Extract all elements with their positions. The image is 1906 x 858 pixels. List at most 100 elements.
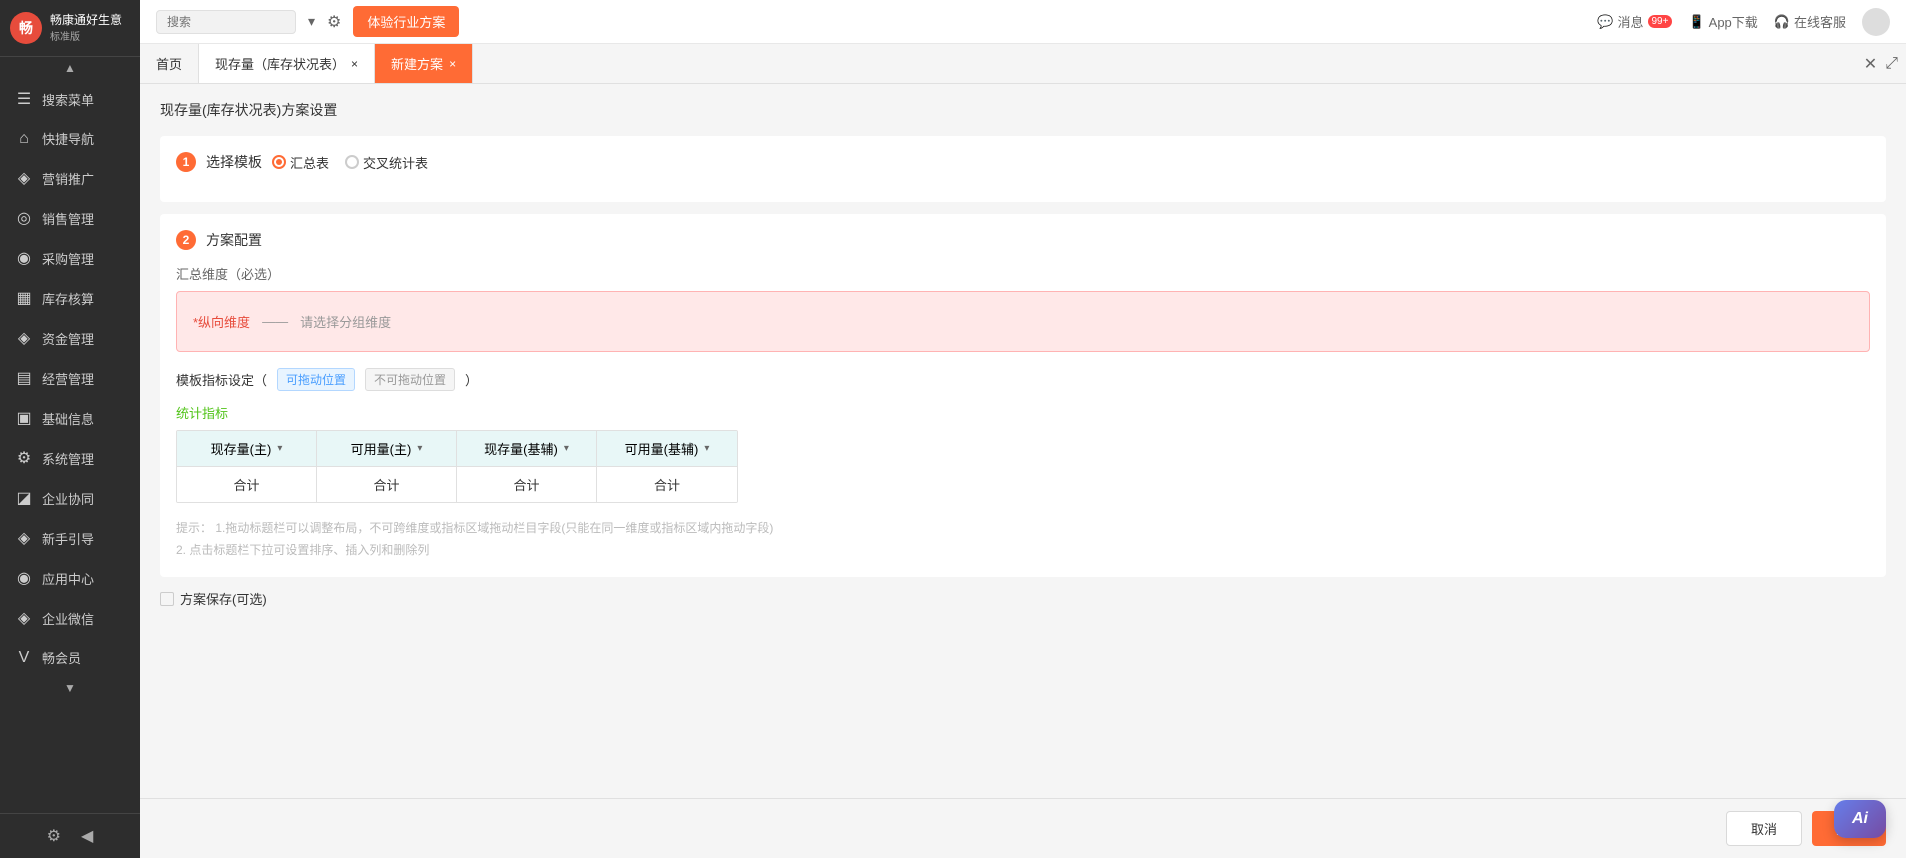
- sidebar-item-label: 快捷导航: [42, 129, 94, 148]
- app-download-button[interactable]: 📱 App下载: [1688, 12, 1757, 31]
- indicator-settings: 模板指标设定（ 可拖动位置 不可拖动位置 ）: [176, 368, 1870, 391]
- sidebar-item-basics[interactable]: ▣ 基础信息: [0, 398, 140, 438]
- chevron-down-icon-3[interactable]: ▾: [564, 443, 569, 454]
- app-name: 畅康通好生意: [50, 13, 122, 29]
- collapse-button[interactable]: ◀: [73, 822, 101, 850]
- sidebar-item-label: 企业协同: [42, 489, 94, 508]
- sidebar-item-label: 企业微信: [42, 609, 94, 628]
- sidebar-item-label: 畅会员: [42, 648, 81, 667]
- dimension-required: *纵向维度: [193, 312, 250, 331]
- stats-col-3[interactable]: 现存量(基辅) ▾: [457, 431, 597, 466]
- sales-icon: ◎: [14, 208, 34, 228]
- inventory-icon: ▦: [14, 288, 34, 308]
- tabs-right-controls: ✕ ⤢: [1864, 54, 1906, 74]
- finance-icon: ◈: [14, 328, 34, 348]
- stats-table-row-1: 合计 合计 合计 合计: [177, 466, 737, 502]
- sidebar-item-system[interactable]: ⚙ 系统管理: [0, 438, 140, 478]
- stats-col-2[interactable]: 可用量(主) ▾: [317, 431, 457, 466]
- page-content: 现存量(库存状况表)方案设置 1 选择模板 汇总表 交叉统计表: [140, 84, 1906, 798]
- radio-summary[interactable]: 汇总表: [272, 153, 329, 172]
- tab-home[interactable]: 首页: [140, 44, 199, 83]
- stats-cell-3: 合计: [457, 467, 597, 502]
- search-menu-icon: ☰: [14, 89, 34, 109]
- topbar-right: 💬 消息 99+ 📱 App下载 🎧 在线客服: [1597, 8, 1890, 36]
- tab-bar: 首页 现存量（库存状况表） × 新建方案 × ✕ ⤢: [140, 44, 1906, 84]
- sidebar-bottom: ⚙ ◀: [0, 813, 140, 858]
- stats-cell-1: 合计: [177, 467, 317, 502]
- chevron-down-icon-4[interactable]: ▾: [704, 443, 709, 454]
- radio-cross[interactable]: 交叉统计表: [345, 153, 428, 172]
- trial-button[interactable]: 体验行业方案: [353, 6, 459, 37]
- hint-section: 提示： 1.拖动标题栏可以调整布局，不可跨维度或指标区域拖动栏目字段(只能在同一…: [176, 518, 1870, 561]
- sidebar-item-inventory[interactable]: ▦ 库存核算: [0, 278, 140, 318]
- tab-new-plan[interactable]: 新建方案 ×: [375, 44, 473, 83]
- topbar-search-input[interactable]: [156, 10, 296, 34]
- section-num-2: 2: [176, 230, 196, 250]
- sidebar-item-label: 库存核算: [42, 289, 94, 308]
- sidebar-scroll-down[interactable]: ▼: [0, 677, 140, 699]
- settings-button[interactable]: ⚙: [39, 822, 69, 850]
- cancel-button[interactable]: 取消: [1726, 811, 1802, 846]
- tab-expand-button[interactable]: ⤢: [1885, 55, 1898, 73]
- sidebar-item-quicknav[interactable]: ⌂ 快捷导航: [0, 119, 140, 158]
- save-checkbox[interactable]: [160, 592, 174, 606]
- sidebar-item-operations[interactable]: ▤ 经营管理: [0, 358, 140, 398]
- sidebar-item-marketing[interactable]: ◈ 营销推广: [0, 158, 140, 198]
- sidebar-item-wechat[interactable]: ◈ 企业微信: [0, 598, 140, 638]
- radio-summary-circle: [272, 155, 286, 169]
- dimension-box[interactable]: *纵向维度 —— 请选择分组维度: [176, 291, 1870, 352]
- online-service-button[interactable]: 🎧 在线客服: [1774, 12, 1846, 31]
- chevron-down-icon-1[interactable]: ▾: [277, 443, 282, 454]
- sidebar-item-label: 基础信息: [42, 409, 94, 428]
- sidebar-item-member[interactable]: V 畅会员: [0, 638, 140, 677]
- messages-label: 消息: [1617, 12, 1643, 31]
- sidebar-item-finance[interactable]: ◈ 资金管理: [0, 318, 140, 358]
- stats-table: 现存量(主) ▾ 可用量(主) ▾ 现存量(基辅) ▾ 可用量(基辅): [176, 430, 738, 503]
- sidebar-item-label: 系统管理: [42, 449, 94, 468]
- messages-badge: 99+: [1648, 15, 1673, 28]
- tab-inventory-close[interactable]: ×: [351, 58, 358, 70]
- indicator-draggable-tag: 可拖动位置: [277, 368, 355, 391]
- chevron-down-icon-2[interactable]: ▾: [417, 443, 422, 454]
- system-icon: ⚙: [14, 448, 34, 468]
- topbar: ▾ ⚙ 体验行业方案 💬 消息 99+ 📱 App下载 🎧 在线客服: [140, 0, 1906, 44]
- indicator-settings-end: ）: [465, 370, 478, 389]
- sidebar-item-label: 应用中心: [42, 569, 94, 588]
- tab-close-panel-button[interactable]: ✕: [1864, 54, 1877, 74]
- radio-cross-label: 交叉统计表: [363, 153, 428, 172]
- template-radio-group: 汇总表 交叉统计表: [272, 153, 428, 172]
- stats-section: 统计指标 现存量(主) ▾ 可用量(主) ▾ 现存量(基辅): [176, 403, 1870, 506]
- topbar-dropdown-button[interactable]: ▾: [308, 13, 315, 30]
- sidebar-item-appcenter[interactable]: ◉ 应用中心: [0, 558, 140, 598]
- tab-new-plan-close[interactable]: ×: [449, 58, 456, 70]
- hint-1: 提示： 1.拖动标题栏可以调整布局，不可跨维度或指标区域拖动栏目字段(只能在同一…: [176, 518, 1870, 540]
- marketing-icon: ◈: [14, 168, 34, 188]
- sidebar-item-guide[interactable]: ◈ 新手引导: [0, 518, 140, 558]
- stats-col-3-label: 现存量(基辅): [484, 439, 558, 458]
- sidebar-item-label: 新手引导: [42, 529, 94, 548]
- sidebar-item-sales[interactable]: ◎ 销售管理: [0, 198, 140, 238]
- tab-inventory[interactable]: 现存量（库存状况表） ×: [199, 44, 375, 83]
- page-title: 现存量(库存状况表)方案设置: [160, 100, 1886, 120]
- logo-icon: 畅: [10, 12, 42, 44]
- stats-col-1[interactable]: 现存量(主) ▾: [177, 431, 317, 466]
- sidebar-scroll-up[interactable]: ▲: [0, 57, 140, 79]
- sidebar-item-enterprise[interactable]: ◪ 企业协同: [0, 478, 140, 518]
- ai-fab-button[interactable]: Ai: [1834, 800, 1886, 838]
- sidebar-item-search[interactable]: ☰ 搜索菜单: [0, 79, 140, 119]
- avatar[interactable]: [1862, 8, 1890, 36]
- stats-col-4-label: 可用量(基辅): [625, 439, 699, 458]
- sidebar-item-purchase[interactable]: ◉ 采购管理: [0, 238, 140, 278]
- messages-button[interactable]: 💬 消息 99+: [1597, 12, 1672, 31]
- dimension-placeholder: 请选择分组维度: [300, 312, 391, 331]
- sidebar-item-label: 搜索菜单: [42, 90, 94, 109]
- stats-col-4[interactable]: 可用量(基辅) ▾: [597, 431, 737, 466]
- stats-cell-4: 合计: [597, 467, 737, 502]
- stats-col-2-label: 可用量(主): [351, 439, 412, 458]
- radio-summary-label: 汇总表: [290, 153, 329, 172]
- online-service-label: 在线客服: [1794, 12, 1846, 31]
- gear-icon[interactable]: ⚙: [327, 12, 341, 32]
- app-download-icon: 📱: [1688, 14, 1704, 30]
- save-label: 方案保存(可选): [180, 589, 267, 608]
- home-tab-label: 首页: [156, 54, 182, 73]
